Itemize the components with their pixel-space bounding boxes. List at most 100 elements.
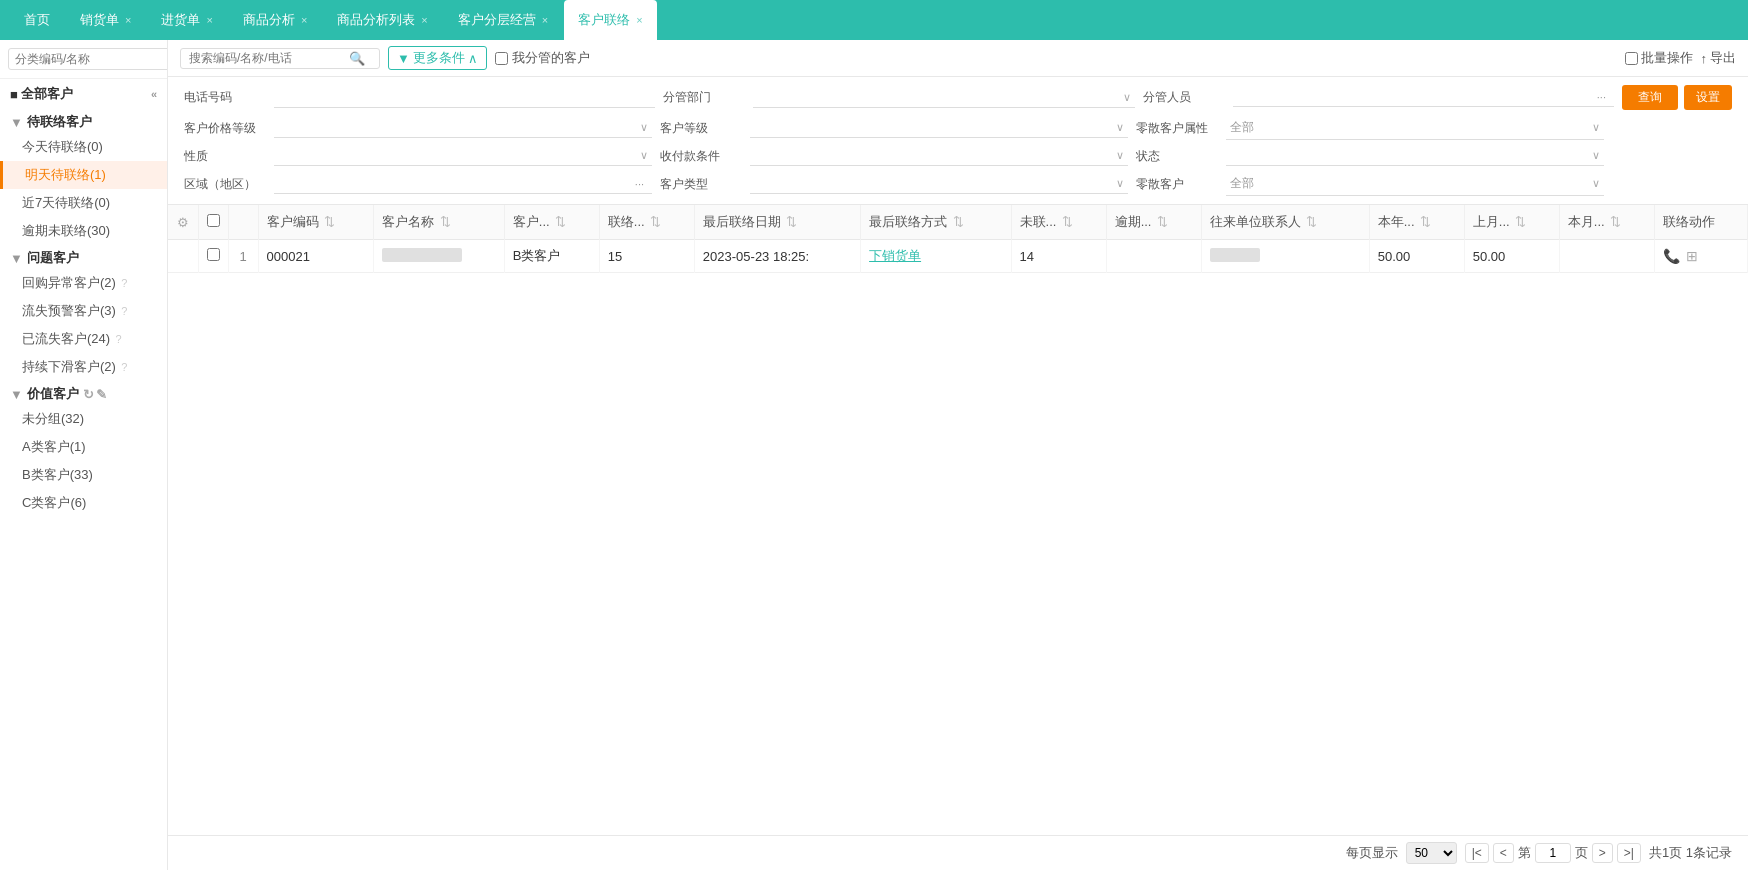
row-type: B类客户 — [504, 240, 599, 273]
last-method-link[interactable]: 下销货单 — [869, 248, 921, 263]
filter-icon: ▼ — [397, 51, 410, 66]
batch-op-button[interactable]: 批量操作 — [1625, 49, 1693, 67]
page-input[interactable] — [1535, 843, 1571, 863]
row-checkbox[interactable] — [207, 248, 220, 261]
nav-customer-tiering[interactable]: 客户分层经营 × — [444, 0, 562, 40]
table-col-code[interactable]: 客户编码 ⇅ — [258, 205, 373, 240]
sidebar-group-value[interactable]: ▼ 价值客户 ↻ ✎ — [0, 381, 167, 405]
more-filter-button[interactable]: ▼ 更多条件 ∧ — [388, 46, 487, 70]
table-col-name[interactable]: 客户名称 ⇅ — [373, 205, 504, 240]
first-page-button[interactable]: |< — [1465, 843, 1489, 863]
sidebar-item-overdue[interactable]: 逾期未联络(30) — [0, 217, 167, 245]
sidebar-group-problem[interactable]: ▼ 问题客户 — [0, 245, 167, 269]
table-col-last-month[interactable]: 上月... ⇅ — [1464, 205, 1559, 240]
table-col-contact[interactable]: 联络... ⇅ — [599, 205, 694, 240]
my-customers-checkbox[interactable] — [495, 52, 508, 65]
filter-panel: 电话号码 分管部门 ∨ 分管人员 ··· — [168, 77, 1748, 205]
filter-payment-select[interactable]: ∨ — [750, 146, 1128, 166]
chevron-down-icon: ∨ — [1123, 91, 1131, 104]
table-col-overdue[interactable]: 逾期... ⇅ — [1106, 205, 1201, 240]
close-icon[interactable]: × — [421, 14, 427, 26]
edit-icon[interactable]: ✎ — [96, 387, 107, 402]
refresh-icon[interactable]: ↻ — [83, 387, 94, 402]
filter-payment-label: 收付款条件 — [660, 148, 750, 165]
table-col-this-month[interactable]: 本月... ⇅ — [1559, 205, 1654, 240]
batch-op-checkbox[interactable] — [1625, 52, 1638, 65]
page-size-select[interactable]: 50 10 20 100 — [1406, 842, 1457, 864]
table-col-this-year[interactable]: 本年... ⇅ — [1369, 205, 1464, 240]
nav-home[interactable]: 首页 — [10, 0, 64, 40]
all-customers-label[interactable]: ■ 全部客户 « — [0, 79, 167, 109]
filter-nature-select[interactable]: ∨ — [274, 146, 652, 166]
filter-region-select[interactable]: ··· — [274, 175, 652, 194]
next-page-button[interactable]: > — [1592, 843, 1613, 863]
collapse-icon[interactable]: « — [151, 88, 157, 100]
sidebar-item-tomorrow[interactable]: 明天待联络(1) — [0, 161, 167, 189]
search-input[interactable] — [189, 51, 349, 65]
close-icon[interactable]: × — [636, 14, 642, 26]
top-nav: 首页 销货单 × 进货单 × 商品分析 × 商品分析列表 × 客户分层经营 × … — [0, 0, 1748, 40]
sidebar-item-c-class[interactable]: C类客户(6) — [0, 489, 167, 517]
sort-icon: ⇅ — [1157, 214, 1168, 229]
filter-retail-attr-select[interactable]: 全部 ∨ — [1226, 116, 1604, 140]
grid-icon[interactable]: ⊞ — [1686, 248, 1698, 264]
nav-product-analysis-list[interactable]: 商品分析列表 × — [323, 0, 441, 40]
query-button[interactable]: 查询 — [1622, 85, 1678, 110]
nav-sales-order[interactable]: 销货单 × — [66, 0, 145, 40]
filter-row-4: 区域（地区） ··· 客户类型 ∨ 零散客户 全部 — [184, 172, 1732, 196]
prev-page-button[interactable]: < — [1493, 843, 1514, 863]
filter-customer-type-select[interactable]: ∨ — [750, 174, 1128, 194]
nav-purchase-order[interactable]: 进货单 × — [147, 0, 226, 40]
filter-row-2: 客户价格等级 ∨ 客户等级 ∨ 零散客户属性 全部 — [184, 116, 1732, 140]
filter-status: 状态 ∨ — [1136, 146, 1604, 166]
table-col-last-method[interactable]: 最后联络方式 ⇅ — [861, 205, 1012, 240]
sidebar-item-ungrouped[interactable]: 未分组(32) — [0, 405, 167, 433]
close-icon[interactable]: × — [206, 14, 212, 26]
filter-price-level: 客户价格等级 ∨ — [184, 118, 652, 138]
export-button[interactable]: ↑ 导出 — [1701, 49, 1737, 67]
phone-icon[interactable]: 📞 — [1663, 248, 1680, 264]
nav-customer-contact[interactable]: 客户联络 × — [564, 0, 656, 40]
close-icon[interactable]: × — [125, 14, 131, 26]
sidebar-item-churn-warning[interactable]: 流失预警客户(3) ? — [0, 297, 167, 325]
search-icon[interactable]: 🔍 — [349, 51, 365, 66]
table-col-gear[interactable]: ⚙ — [168, 205, 198, 240]
chevron-down-icon: ∨ — [1116, 121, 1124, 134]
sidebar-item-repurchase-abnormal[interactable]: 回购异常客户(2) ? — [0, 269, 167, 297]
sidebar-item-a-class[interactable]: A类客户(1) — [0, 433, 167, 461]
sidebar-group-pending[interactable]: ▼ 待联络客户 — [0, 109, 167, 133]
table-col-type[interactable]: 客户... ⇅ — [504, 205, 599, 240]
close-icon[interactable]: × — [301, 14, 307, 26]
close-icon[interactable]: × — [542, 14, 548, 26]
filter-customer-level-select[interactable]: ∨ — [750, 118, 1128, 138]
sidebar-item-7days[interactable]: 近7天待联络(0) — [0, 189, 167, 217]
sidebar-item-churned[interactable]: 已流失客户(24) ? — [0, 325, 167, 353]
table-col-index — [228, 205, 258, 240]
filter-status-label: 状态 — [1136, 148, 1226, 165]
last-page-button[interactable]: >| — [1617, 843, 1641, 863]
sidebar-search-input[interactable] — [8, 48, 168, 70]
filter-manager-label: 分管人员 — [1143, 89, 1233, 106]
chevron-down-icon: ∨ — [1592, 149, 1600, 162]
settings-button[interactable]: 设置 — [1684, 85, 1732, 110]
nav-product-analysis[interactable]: 商品分析 × — [229, 0, 321, 40]
filter-phone-input[interactable] — [274, 87, 655, 108]
filter-retail-customer-select[interactable]: 全部 ∨ — [1226, 172, 1604, 196]
table-col-last-date[interactable]: 最后联络日期 ⇅ — [694, 205, 860, 240]
filter-customer-level: 客户等级 ∨ — [660, 118, 1128, 138]
more-btn[interactable]: ··· — [635, 178, 644, 190]
sidebar-item-declining[interactable]: 持续下滑客户(2) ? — [0, 353, 167, 381]
filter-buttons: 查询 设置 — [1622, 85, 1732, 110]
table-col-company-contact[interactable]: 往来单位联系人 ⇅ — [1201, 205, 1369, 240]
select-all-checkbox[interactable] — [207, 214, 220, 227]
filter-price-level-select[interactable]: ∨ — [274, 118, 652, 138]
more-btn[interactable]: ··· — [1597, 91, 1606, 103]
filter-dept-select[interactable]: ∨ — [753, 88, 1134, 108]
filter-manager-select[interactable]: ··· — [1233, 88, 1614, 107]
table-col-uncontacted[interactable]: 未联... ⇅ — [1011, 205, 1106, 240]
page-nav: |< < 第 页 > >| — [1465, 843, 1641, 863]
sidebar-item-today[interactable]: 今天待联络(0) — [0, 133, 167, 161]
chevron-down-icon: ∨ — [1592, 121, 1600, 134]
sidebar-item-b-class[interactable]: B类客户(33) — [0, 461, 167, 489]
filter-status-select[interactable]: ∨ — [1226, 146, 1604, 166]
